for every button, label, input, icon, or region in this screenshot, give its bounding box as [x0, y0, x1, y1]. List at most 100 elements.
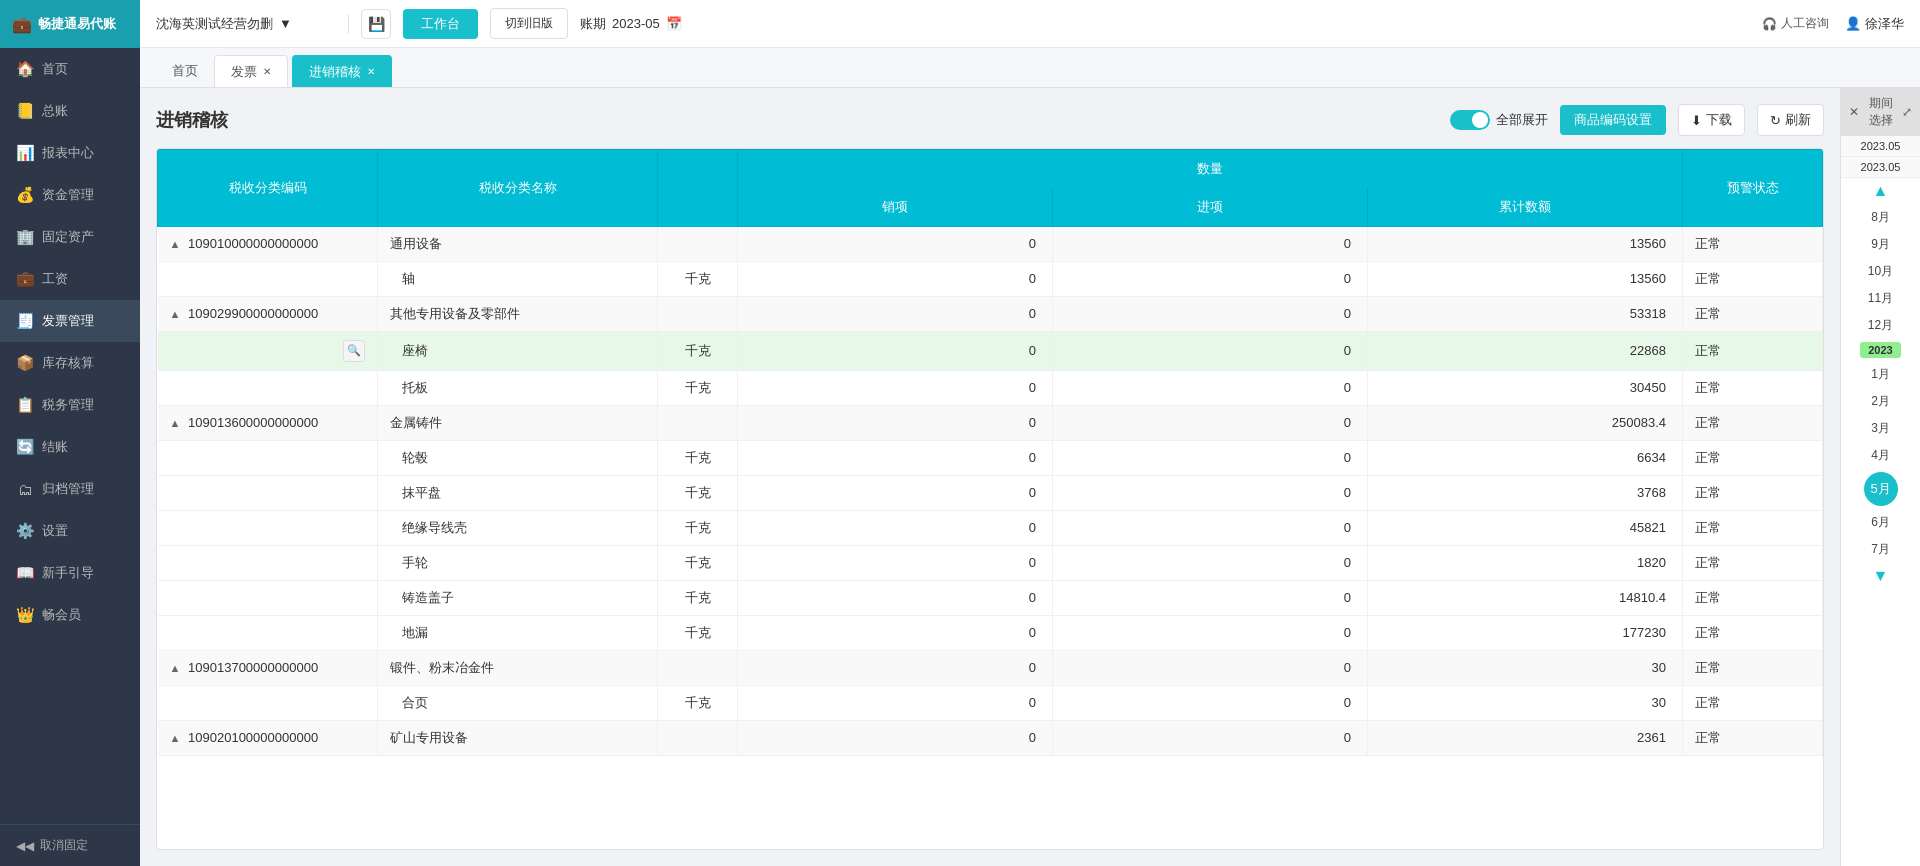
- cell-status: 正常: [1683, 227, 1823, 262]
- search-button[interactable]: 🔍: [343, 340, 365, 362]
- expand-all-label: 全部展开: [1496, 111, 1548, 129]
- refresh-button[interactable]: ↻ 刷新: [1757, 104, 1824, 136]
- customer-service-button[interactable]: 🎧 人工咨询: [1762, 15, 1829, 32]
- cell-tax-code: 🔍: [158, 331, 378, 370]
- member-icon: 👑: [16, 606, 34, 624]
- code-value: 109013700000000000: [188, 660, 318, 675]
- sidebar-item-label: 固定资产: [42, 228, 94, 246]
- sidebar-item-member[interactable]: 👑 畅会员: [0, 594, 140, 636]
- month-item[interactable]: 9月: [1841, 231, 1920, 258]
- cell-status: 正常: [1683, 440, 1823, 475]
- sidebar-item-funds[interactable]: 💰 资金管理: [0, 174, 140, 216]
- tab-reconcile-close[interactable]: ✕: [367, 66, 375, 77]
- tab-reconcile[interactable]: 进销稽核 ✕: [292, 55, 392, 87]
- month-item[interactable]: 1月: [1841, 361, 1920, 388]
- cell-unit: 千克: [658, 331, 738, 370]
- collapse-icon[interactable]: ▲: [170, 417, 181, 429]
- year-badge: 2023: [1860, 342, 1900, 358]
- cell-total: 53318: [1368, 296, 1683, 331]
- toggle-switch[interactable]: [1450, 110, 1490, 130]
- month-item[interactable]: 12月: [1841, 312, 1920, 339]
- tab-reconcile-label: 进销稽核: [309, 63, 361, 81]
- sidebar-item-inventory[interactable]: 📦 库存核算: [0, 342, 140, 384]
- sidebar-item-ledger[interactable]: 📒 总账: [0, 90, 140, 132]
- sidebar-item-guide[interactable]: 📖 新手引导: [0, 552, 140, 594]
- cell-total: 30: [1368, 685, 1683, 720]
- th-status: 预警状态: [1683, 150, 1823, 227]
- cell-unit: 千克: [658, 370, 738, 405]
- table-row: 轮毂 千克 0 0 6634 正常: [158, 440, 1823, 475]
- table-row: 铸造盖子 千克 0 0 14810.4 正常: [158, 580, 1823, 615]
- collapse-icon[interactable]: ▲: [170, 732, 181, 744]
- collapse-icon[interactable]: ▲: [170, 308, 181, 320]
- product-code-button[interactable]: 商品编码设置: [1560, 105, 1666, 135]
- sidebar-item-archive[interactable]: 🗂 归档管理: [0, 468, 140, 510]
- workbench-button[interactable]: 工作台: [403, 9, 478, 39]
- month-item[interactable]: 10月: [1841, 258, 1920, 285]
- cell-tax-code: [158, 580, 378, 615]
- table-row: 🔍 座椅 千克 0 0 22868 正常: [158, 331, 1823, 370]
- sidebar-item-invoice[interactable]: 🧾 发票管理: [0, 300, 140, 342]
- company-selector[interactable]: 沈海英测试经营勿删 ▼: [156, 15, 336, 33]
- save-button[interactable]: 💾: [361, 9, 391, 39]
- period-item[interactable]: 2023.05: [1841, 136, 1920, 157]
- cell-purchase: 0: [1053, 296, 1368, 331]
- sidebar-item-settings[interactable]: ⚙️ 设置: [0, 510, 140, 552]
- sidebar-item-reports[interactable]: 📊 报表中心: [0, 132, 140, 174]
- expand-panel-button[interactable]: ⤢: [1902, 105, 1912, 119]
- close-panel-button[interactable]: ✕: [1849, 105, 1859, 119]
- download-label: 下载: [1706, 111, 1732, 129]
- month-item[interactable]: 2月: [1841, 388, 1920, 415]
- month-item[interactable]: 11月: [1841, 285, 1920, 312]
- tax-icon: 📋: [16, 396, 34, 414]
- topbar: 沈海英测试经营勿删 ▼ 💾 工作台 切到旧版 账期 2023-05 📅 🎧 人工…: [140, 0, 1920, 48]
- collapse-icon[interactable]: ▲: [170, 662, 181, 674]
- user-profile[interactable]: 👤 徐泽华: [1845, 15, 1904, 33]
- cell-status: 正常: [1683, 510, 1823, 545]
- table-row: 绝缘导线壳 千克 0 0 45821 正常: [158, 510, 1823, 545]
- cell-purchase: 0: [1053, 685, 1368, 720]
- month-item[interactable]: 8月: [1841, 204, 1920, 231]
- cell-unit: 千克: [658, 615, 738, 650]
- collapse-icon[interactable]: ▲: [170, 238, 181, 250]
- month-item[interactable]: 4月: [1841, 442, 1920, 469]
- cell-status: 正常: [1683, 685, 1823, 720]
- month-item[interactable]: 7月: [1841, 536, 1920, 563]
- cell-status: 正常: [1683, 720, 1823, 755]
- active-month-item[interactable]: 5月: [1864, 472, 1898, 506]
- cell-tax-code: ▲ 109029900000000000: [158, 296, 378, 331]
- company-name: 沈海英测试经营勿删: [156, 15, 273, 33]
- cell-purchase: 0: [1053, 405, 1368, 440]
- sidebar-item-assets[interactable]: 🏢 固定资产: [0, 216, 140, 258]
- cell-status: 正常: [1683, 405, 1823, 440]
- reports-icon: 📊: [16, 144, 34, 162]
- right-panel: ✕ 期间选择 ⤢ 2023.05 2023.05 ▲ 8月 9月 10月 11月…: [1840, 88, 1920, 866]
- scroll-up-button[interactable]: ▲: [1869, 178, 1893, 204]
- sidebar-item-payroll[interactable]: 💼 工资: [0, 258, 140, 300]
- cell-tax-code: ▲ 109020100000000000: [158, 720, 378, 755]
- sidebar-item-home[interactable]: 🏠 首页: [0, 48, 140, 90]
- month-item[interactable]: 6月: [1841, 509, 1920, 536]
- cell-tax-code: [158, 510, 378, 545]
- sidebar-item-label: 资金管理: [42, 186, 94, 204]
- code-value: 109020100000000000: [188, 730, 318, 745]
- period-selector[interactable]: 账期 2023-05 📅: [580, 15, 682, 33]
- table-row: ▲ 109029900000000000 其他专用设备及零部件 0 0 5331…: [158, 296, 1823, 331]
- tab-invoice-close[interactable]: ✕: [263, 66, 271, 77]
- download-button[interactable]: ⬇ 下载: [1678, 104, 1745, 136]
- sidebar-item-settle[interactable]: 🔄 结账: [0, 426, 140, 468]
- sidebar-footer-pin[interactable]: ◀◀ 取消固定: [0, 824, 140, 866]
- tab-invoice[interactable]: 发票 ✕: [214, 55, 288, 87]
- cell-tax-name: 地漏: [378, 615, 658, 650]
- sidebar-item-tax[interactable]: 📋 税务管理: [0, 384, 140, 426]
- scroll-down-button[interactable]: ▼: [1869, 563, 1893, 589]
- expand-all-toggle[interactable]: 全部展开: [1450, 110, 1548, 130]
- switch-old-version-button[interactable]: 切到旧版: [490, 8, 568, 39]
- month-item[interactable]: 3月: [1841, 415, 1920, 442]
- table-row: ▲ 109013700000000000 锻件、粉末冶金件 0 0 30 正常: [158, 650, 1823, 685]
- cell-unit: 千克: [658, 545, 738, 580]
- tab-home[interactable]: 首页: [156, 55, 214, 87]
- period-item[interactable]: 2023.05: [1841, 157, 1920, 178]
- cell-unit: [658, 296, 738, 331]
- cell-tax-name: 矿山专用设备: [378, 720, 658, 755]
